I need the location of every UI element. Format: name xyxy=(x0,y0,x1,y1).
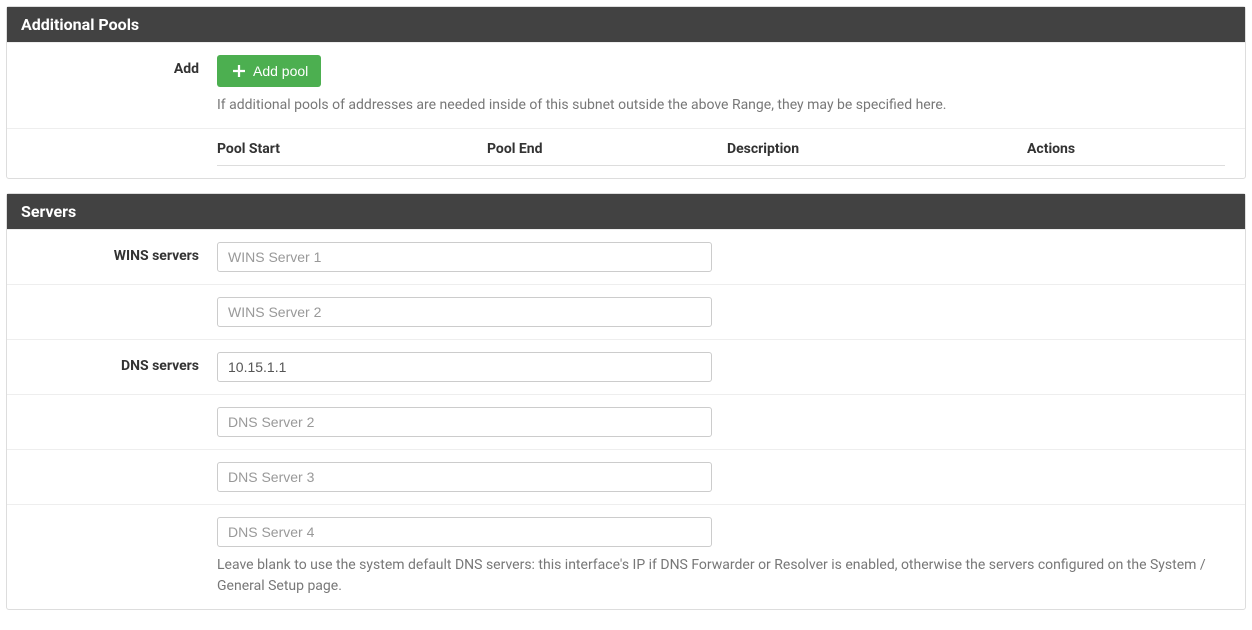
dns-server-3-input[interactable] xyxy=(217,462,712,492)
dns-server-4-input[interactable] xyxy=(217,517,712,547)
additional-pools-panel: Additional Pools Add Add pool If additio… xyxy=(6,6,1246,179)
wins2-row xyxy=(7,284,1245,339)
dns-label: DNS servers xyxy=(7,352,217,374)
pool-col-end: Pool End xyxy=(487,141,727,157)
servers-panel: Servers WINS servers DNS servers xyxy=(6,193,1246,610)
wins-server-1-input[interactable] xyxy=(217,242,712,272)
dns-server-2-input[interactable] xyxy=(217,407,712,437)
dns3-row xyxy=(7,449,1245,504)
pool-table-row: Pool Start Pool End Description Actions xyxy=(7,128,1245,178)
servers-title: Servers xyxy=(7,194,1245,229)
add-label: Add xyxy=(7,55,217,77)
add-pool-button-label: Add pool xyxy=(253,63,308,79)
dns-server-1-input[interactable] xyxy=(217,352,712,382)
add-pool-help: If additional pools of addresses are nee… xyxy=(217,95,1225,116)
pool-col-description: Description xyxy=(727,141,1027,157)
pool-col-actions: Actions xyxy=(1027,141,1225,157)
additional-pools-title: Additional Pools xyxy=(7,7,1245,42)
plus-icon xyxy=(230,62,248,80)
add-pool-button[interactable]: Add pool xyxy=(217,55,321,87)
dns-help-text: Leave blank to use the system default DN… xyxy=(217,555,1225,597)
pool-table-header: Pool Start Pool End Description Actions xyxy=(217,141,1225,166)
add-pool-row: Add Add pool If additional pools of addr… xyxy=(7,42,1245,128)
dns4-row: Leave blank to use the system default DN… xyxy=(7,504,1245,609)
wins1-row: WINS servers xyxy=(7,229,1245,284)
wins-server-2-input[interactable] xyxy=(217,297,712,327)
dns1-row: DNS servers xyxy=(7,339,1245,394)
dns2-row xyxy=(7,394,1245,449)
pool-col-start: Pool Start xyxy=(217,141,487,157)
wins-label: WINS servers xyxy=(7,242,217,264)
